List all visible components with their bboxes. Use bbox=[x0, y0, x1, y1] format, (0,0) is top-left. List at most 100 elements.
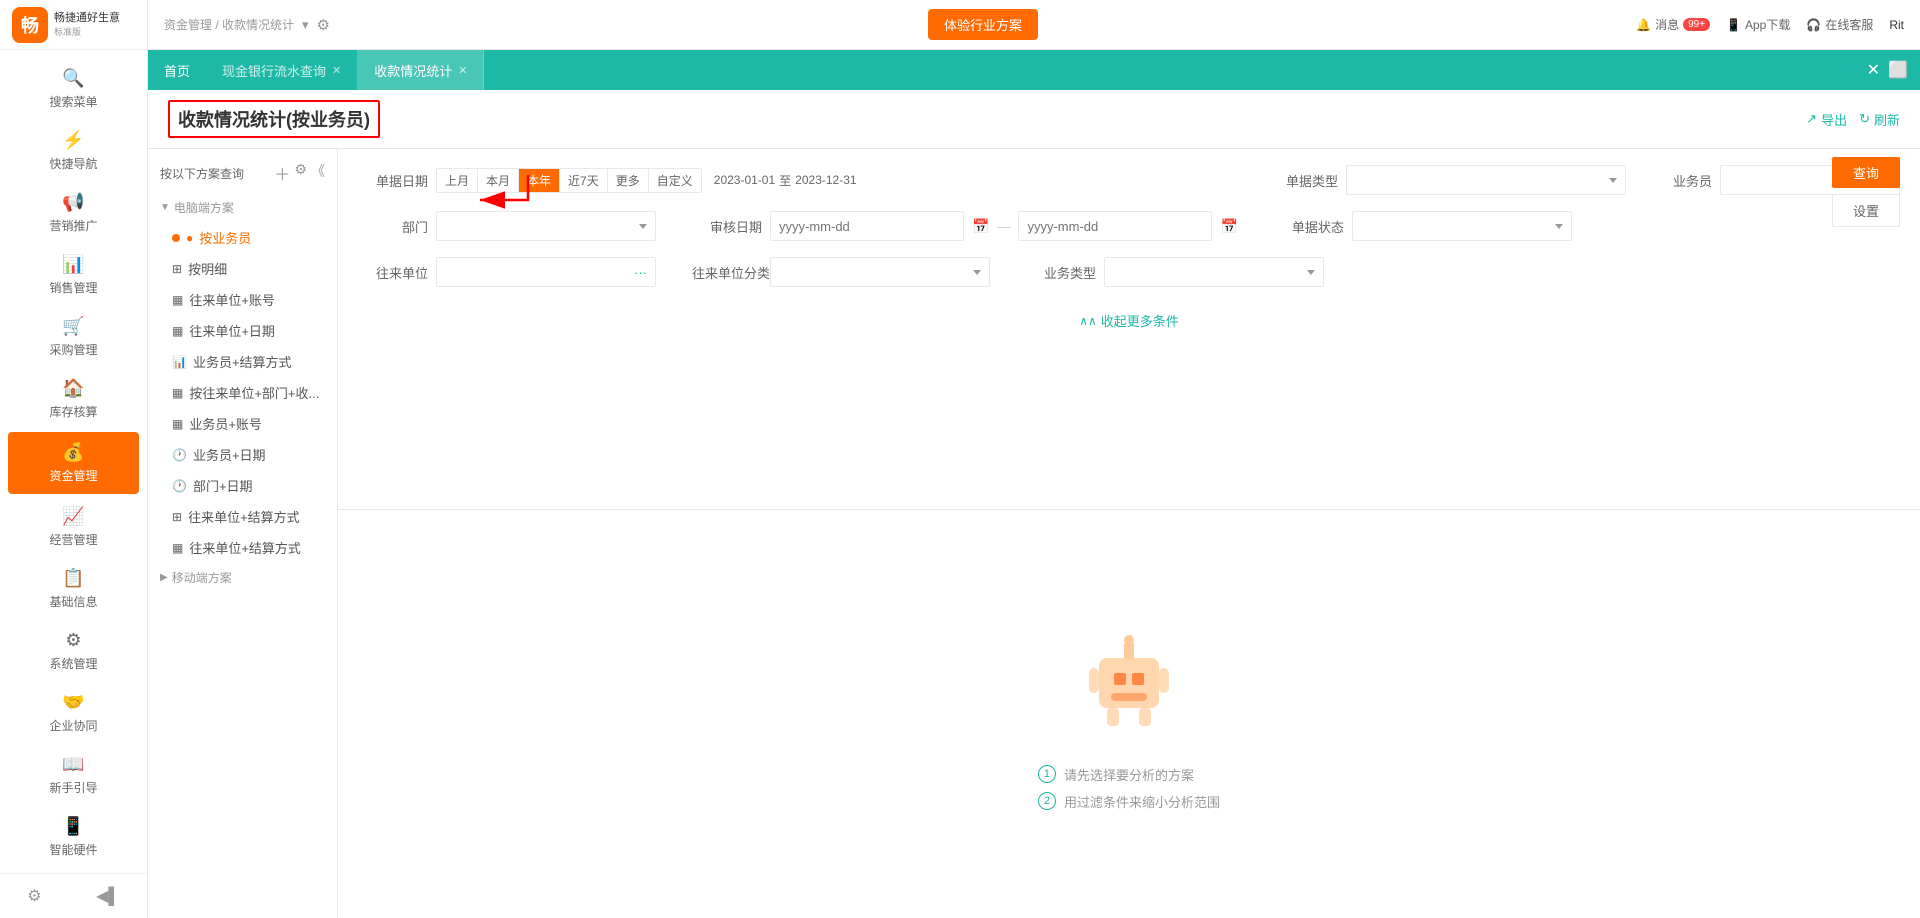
tree-item-partner-settlement1[interactable]: ⊞ 往来单位+结算方式 bbox=[160, 501, 337, 532]
tree-section-desktop: ▼ 电脑端方案 ● 按业务员 ⊞ 按明细 bbox=[148, 193, 337, 563]
tree-item-dd-label: 部门+日期 bbox=[193, 476, 253, 495]
tab-bank-flow-close[interactable]: ✕ bbox=[332, 64, 341, 77]
tab-maximize-icon[interactable]: ⬜ bbox=[1888, 60, 1908, 80]
date-tab-this-year[interactable]: 本年 bbox=[519, 169, 560, 192]
tree-item-partner-date[interactable]: ▦ 往来单位+日期 bbox=[160, 315, 337, 346]
sidebar-item-guide[interactable]: 📖 新手引导 bbox=[0, 744, 147, 806]
date-tab-more[interactable]: 更多 bbox=[608, 169, 649, 192]
trial-button[interactable]: 体验行业方案 bbox=[928, 9, 1038, 40]
date-tab-last-month[interactable]: 上月 bbox=[437, 169, 478, 192]
app-download-button[interactable]: 📱 App下载 bbox=[1726, 16, 1790, 33]
filter-partner-category-item: 往来单位分类 bbox=[692, 257, 990, 287]
tree-collapse-icon: ▼ bbox=[160, 202, 170, 213]
query-button[interactable]: 查询 bbox=[1832, 157, 1900, 188]
sales-icon: 📊 bbox=[62, 254, 84, 275]
date-tab-custom[interactable]: 自定义 bbox=[649, 169, 701, 192]
salesman-label: 业务员 bbox=[1642, 171, 1712, 190]
add-scheme-icon[interactable]: ＋ bbox=[274, 161, 290, 185]
tree-item-dept-date[interactable]: 🕐 部门+日期 bbox=[160, 470, 337, 501]
tree-item-sp-icon: 📊 bbox=[172, 355, 187, 369]
app-logo: 畅 bbox=[12, 7, 48, 43]
doctype-select[interactable] bbox=[1346, 165, 1626, 195]
collapse-panel-icon[interactable]: 《 bbox=[311, 161, 325, 185]
left-panel: 按以下方案查询 ＋ ⚙ 《 ▼ 电脑端方案 ● bbox=[148, 149, 338, 918]
export-button[interactable]: ↗ 导出 bbox=[1806, 110, 1847, 129]
partner-category-select[interactable] bbox=[770, 257, 990, 287]
tree-item-salesman-account[interactable]: ▦ 业务员+账号 bbox=[160, 408, 337, 439]
tree-item-salesman[interactable]: ● 按业务员 bbox=[160, 222, 337, 253]
sidebar-item-finance[interactable]: 💰 资金管理 bbox=[8, 432, 139, 494]
collapse-area: ∧∧ 收起更多条件 bbox=[358, 303, 1900, 338]
biztype-select[interactable] bbox=[1104, 257, 1324, 287]
tree-item-sd-icon: 🕐 bbox=[172, 448, 187, 462]
sidebar-item-system[interactable]: ⚙ 系统管理 bbox=[0, 620, 147, 682]
sidebar-item-marketing[interactable]: 📢 营销推广 bbox=[0, 182, 147, 244]
tree-item-sa-label: 业务员+账号 bbox=[189, 414, 262, 433]
sidebar-item-purchase[interactable]: 🛒 采购管理 bbox=[0, 306, 147, 368]
tab-home[interactable]: 首页 bbox=[148, 61, 206, 80]
sidebar-nav: 🔍 搜索菜单 ⚡ 快捷导航 📢 营销推广 📊 销售管理 🛒 采购管理 🏠 库存核… bbox=[0, 50, 147, 873]
sidebar-label-purchase: 采购管理 bbox=[49, 341, 97, 358]
tree-item-sa-icon: ▦ bbox=[172, 417, 183, 431]
filter-partner-item: 往来单位 ··· bbox=[358, 257, 656, 287]
settings-scheme-icon[interactable]: ⚙ bbox=[294, 161, 307, 185]
filter-auditdate-item: 审核日期 📅 — 📅 bbox=[692, 211, 1238, 241]
tree-item-salesman-payment[interactable]: 📊 业务员+结算方式 bbox=[160, 346, 337, 377]
docstatus-select[interactable] bbox=[1352, 211, 1572, 241]
date-tab-7days[interactable]: 近7天 bbox=[560, 169, 608, 192]
sidebar-label-collab: 企业协同 bbox=[49, 717, 97, 734]
msg-label: 消息 bbox=[1655, 16, 1679, 33]
tree-item-partner-account[interactable]: ▦ 往来单位+账号 bbox=[160, 284, 337, 315]
user-avatar[interactable]: Rit bbox=[1889, 18, 1904, 32]
tree-parent-mobile[interactable]: ▶ 移动端方案 bbox=[148, 563, 337, 592]
sidebar-item-search[interactable]: 🔍 搜索菜单 bbox=[0, 58, 147, 120]
audit-to-input[interactable] bbox=[1018, 211, 1212, 241]
tree-parent-desktop[interactable]: ▼ 电脑端方案 bbox=[148, 193, 337, 222]
tree-item-partner-dept[interactable]: ▦ 按往来单位+部门+收... bbox=[160, 377, 337, 408]
collapse-sidebar-icon[interactable]: ◀▌ bbox=[96, 886, 120, 906]
tree-item-salesman-label: 按业务员 bbox=[199, 228, 251, 247]
partner-more-icon[interactable]: ··· bbox=[634, 265, 647, 280]
tree-item-salesman-date[interactable]: 🕐 业务员+日期 bbox=[160, 439, 337, 470]
finance-icon: 💰 bbox=[62, 442, 84, 463]
guide-icon: 📖 bbox=[62, 754, 84, 775]
date-tab-this-month[interactable]: 本月 bbox=[478, 169, 519, 192]
page-title: 收款情况统计(按业务员) bbox=[168, 100, 380, 138]
sidebar-item-ops[interactable]: 📈 经营管理 bbox=[0, 496, 147, 558]
settings-gear-icon[interactable]: ⚙ bbox=[317, 16, 330, 34]
tab-receipt-stats[interactable]: 收款情况统计 ✕ bbox=[358, 50, 484, 90]
filter-biztype-item: 业务类型 bbox=[1026, 257, 1324, 287]
sidebar-item-hardware[interactable]: 📱 智能硬件 bbox=[0, 806, 147, 868]
refresh-button[interactable]: ↻ 刷新 bbox=[1859, 110, 1900, 129]
audit-from-input[interactable] bbox=[770, 211, 964, 241]
collab-icon: 🤝 bbox=[62, 692, 84, 713]
tab-bank-flow[interactable]: 现金银行流水查询 ✕ bbox=[206, 50, 358, 90]
collapse-button[interactable]: ∧∧ 收起更多条件 bbox=[358, 311, 1900, 330]
tree-item-detail[interactable]: ⊞ 按明细 bbox=[160, 253, 337, 284]
sidebar-item-quick[interactable]: ⚡ 快捷导航 bbox=[0, 120, 147, 182]
dropdown-icon[interactable]: ▾ bbox=[302, 17, 309, 33]
sidebar-item-inventory[interactable]: 🏠 库存核算 bbox=[0, 368, 147, 430]
tab-receipt-stats-close[interactable]: ✕ bbox=[458, 64, 467, 77]
hardware-icon: 📱 bbox=[62, 816, 84, 837]
dept-select[interactable] bbox=[436, 211, 656, 241]
tree-item-partner-settlement2[interactable]: ▦ 往来单位+结算方式 bbox=[160, 532, 337, 563]
sidebar-item-sales[interactable]: 📊 销售管理 bbox=[0, 244, 147, 306]
audit-from-calendar-icon[interactable]: 📅 bbox=[972, 218, 989, 235]
sidebar-item-basic[interactable]: 📋 基础信息 bbox=[0, 558, 147, 620]
online-service-button[interactable]: 🎧 在线客服 bbox=[1806, 16, 1873, 33]
date-from: 2023-01-01 bbox=[714, 173, 775, 187]
tab-close-all-icon[interactable]: ✕ bbox=[1867, 60, 1880, 80]
biztype-label: 业务类型 bbox=[1026, 263, 1096, 282]
sidebar-item-collab[interactable]: 🤝 企业协同 bbox=[0, 682, 147, 744]
tree-mobile-expand-icon: ▶ bbox=[160, 572, 168, 583]
settings-icon[interactable]: ⚙ bbox=[27, 886, 41, 906]
sidebar-label-sales: 销售管理 bbox=[49, 279, 97, 296]
message-button[interactable]: 🔔 消息 99+ bbox=[1636, 16, 1710, 33]
tree-item-pa-icon: ▦ bbox=[172, 293, 183, 307]
partner-select[interactable]: ··· bbox=[436, 257, 656, 287]
audit-to-calendar-icon[interactable]: 📅 bbox=[1220, 218, 1237, 235]
app-edition: 标准版 bbox=[54, 25, 120, 38]
set-button[interactable]: 设置 bbox=[1832, 194, 1900, 227]
partner-category-chevron bbox=[973, 270, 981, 275]
